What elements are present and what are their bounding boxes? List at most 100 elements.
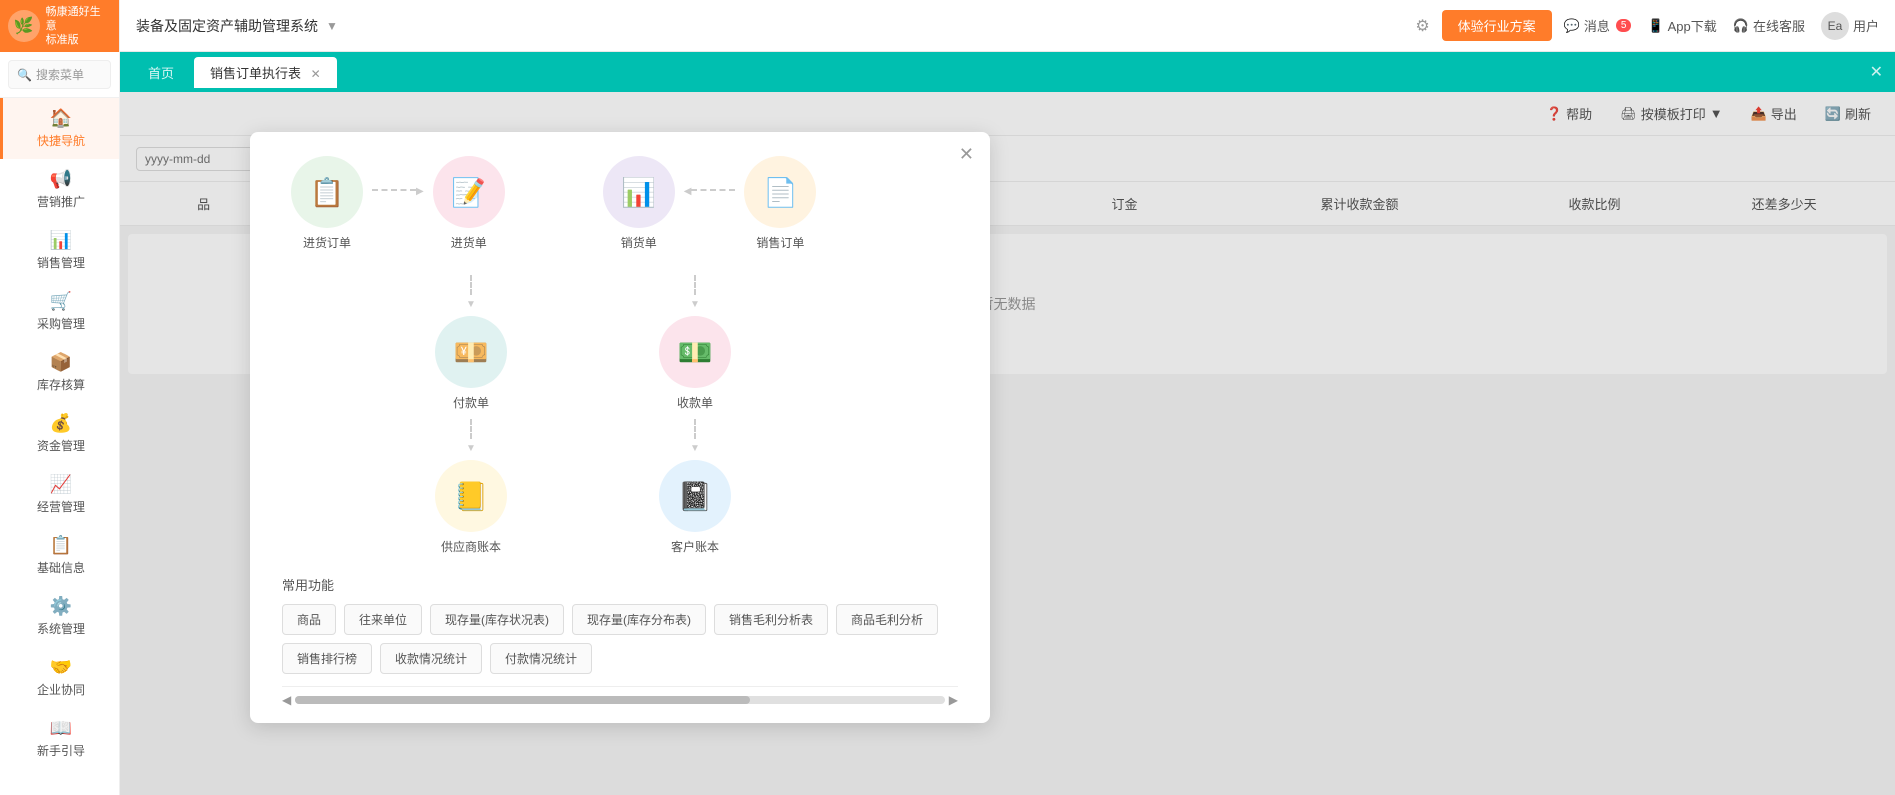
arrow-down-1 (466, 295, 476, 310)
sidebar-item-purchase[interactable]: 🛒 采购管理 (0, 281, 119, 342)
flow-node-payment-in[interactable]: 💵 收款单 (650, 275, 740, 411)
main-area: 装备及固定资产辅助管理系统 ▼ ⚙ 体验行业方案 💬 消息 5 📱 App下载 … (120, 0, 1895, 795)
sidebar-item-marketing[interactable]: 📢 营销推广 (0, 159, 119, 220)
tab-bar: 首页 销售订单执行表 ✕ ✕ (120, 52, 1895, 92)
func-payment-stats[interactable]: 付款情况统计 (490, 643, 592, 674)
func-receipt-stats[interactable]: 收款情况统计 (380, 643, 482, 674)
basic-icon: 📋 (50, 535, 72, 556)
scrollbar-thumb (295, 696, 750, 704)
sale-bill-icon[interactable]: 📊 (603, 156, 675, 228)
sidebar-item-guide[interactable]: 📖 新手引导 (0, 708, 119, 769)
sidebar-item-finance[interactable]: 💰 资金管理 (0, 403, 119, 464)
online-service-action[interactable]: 🎧 在线客服 (1733, 16, 1805, 35)
system-info: 装备及固定资产辅助管理系统 ▼ (136, 16, 1403, 36)
flow-diagram: 📋 进货订单 📝 进货单 (282, 156, 958, 251)
flow-node-customer-ledger[interactable]: 📓 客户账本 (650, 419, 740, 555)
supplier-ledger-icon[interactable]: 📒 (435, 460, 507, 532)
marketing-icon: 📢 (50, 169, 72, 190)
common-funcs-section: 常用功能 商品 往来单位 现存量(库存状况表) 现存量(库存分布表) 销售毛利分… (282, 575, 958, 674)
common-funcs-title: 常用功能 (282, 575, 958, 594)
arrow-po-to-pb (372, 182, 424, 197)
tab-close-icon[interactable]: ✕ (311, 67, 321, 81)
flow-node-supplier-ledger[interactable]: 📒 供应商账本 (426, 419, 516, 555)
purchase-icon: 🛒 (50, 291, 72, 312)
purchase-bill-icon[interactable]: 📝 (433, 156, 505, 228)
popup-scrollbar: ◀ ▶ (282, 686, 958, 707)
func-product-margin[interactable]: 商品毛利分析 (836, 604, 938, 635)
sidebar-nav: 🏠 快捷导航 📢 营销推广 📊 销售管理 🛒 采购管理 📦 库存核算 💰 资金管… (0, 98, 119, 795)
message-badge: 5 (1616, 19, 1632, 32)
sidebar-logo: 🌿 畅康通好生意 标准版 (0, 0, 119, 52)
operations-icon: 📈 (50, 474, 72, 495)
sidebar-item-basic[interactable]: 📋 基础信息 (0, 525, 119, 586)
arrow-left-icon (684, 182, 692, 197)
flow-node-sale-bill[interactable]: 📊 销货单 (594, 156, 684, 251)
sidebar-item-sales[interactable]: 📊 销售管理 (0, 220, 119, 281)
avatar: Ea (1821, 12, 1849, 40)
func-partner[interactable]: 往来单位 (344, 604, 422, 635)
arrow-down-3 (466, 439, 476, 454)
payment-out-icon[interactable]: 💴 (435, 316, 507, 388)
sidebar-item-operations[interactable]: 📈 经营管理 (0, 464, 119, 525)
popup-panel: ✕ 📋 进货订单 📝 (250, 132, 990, 723)
system-icon: ⚙️ (50, 596, 72, 617)
func-stock-status[interactable]: 现存量(库存状况表) (430, 604, 564, 635)
v-connector-1 (470, 275, 472, 295)
customer-ledger-icon[interactable]: 📓 (659, 460, 731, 532)
func-sales-margin[interactable]: 销售毛利分析表 (714, 604, 828, 635)
arrow-down-4 (690, 439, 700, 454)
sidebar-item-collab[interactable]: 🤝 企业协同 (0, 647, 119, 708)
message-icon: 💬 (1564, 18, 1580, 34)
v-connector-2 (694, 275, 696, 295)
scroll-left-arrow[interactable]: ◀ (282, 693, 291, 707)
tab-bar-close-icon[interactable]: ✕ (1870, 62, 1883, 82)
sidebar-search[interactable]: 🔍 搜索菜单 (0, 52, 119, 98)
user-action[interactable]: Ea 用户 (1821, 12, 1879, 40)
payment-in-icon[interactable]: 💵 (659, 316, 731, 388)
home-icon: 🏠 (50, 108, 72, 129)
sidebar-item-system[interactable]: ⚙️ 系统管理 (0, 586, 119, 647)
app-download-action[interactable]: 📱 App下载 (1647, 16, 1716, 35)
sidebar-item-home[interactable]: 🏠 快捷导航 (0, 98, 119, 159)
settings-icon[interactable]: ⚙ (1415, 16, 1429, 36)
guide-icon: 📖 (50, 718, 72, 739)
exp-btn[interactable]: 体验行业方案 (1442, 10, 1552, 41)
v-connector-3 (470, 419, 472, 439)
inventory-icon: 📦 (50, 352, 72, 373)
arrow-right-icon (416, 182, 424, 197)
logo-icon: 🌿 (8, 10, 40, 42)
finance-icon: 💰 (50, 413, 72, 434)
flow-diagram-row2: 💴 付款单 💵 收款单 (282, 275, 958, 411)
content-area: ❓ 帮助 🖨 按模板打印 ▼ 📤 导出 🔄 刷新 📅 (120, 92, 1895, 795)
arrow-so-to-sb (684, 182, 736, 197)
func-sales-rank[interactable]: 销售排行榜 (282, 643, 372, 674)
service-icon: 🎧 (1733, 18, 1749, 34)
tab-home[interactable]: 首页 (132, 57, 190, 88)
flow-node-payment-out[interactable]: 💴 付款单 (426, 275, 516, 411)
tab-sales-order[interactable]: 销售订单执行表 ✕ (194, 57, 337, 88)
flow-node-purchase-order[interactable]: 📋 进货订单 (282, 156, 372, 251)
sidebar-item-inventory[interactable]: 📦 库存核算 (0, 342, 119, 403)
message-action[interactable]: 💬 消息 5 (1564, 16, 1632, 35)
header-actions: 💬 消息 5 📱 App下载 🎧 在线客服 Ea 用户 (1564, 12, 1879, 40)
collab-icon: 🤝 (50, 657, 72, 678)
arrow-down-2 (690, 295, 700, 310)
func-buttons-row1: 商品 往来单位 现存量(库存状况表) 现存量(库存分布表) 销售毛利分析表 商品… (282, 604, 958, 635)
flow-node-purchase-bill[interactable]: 📝 进货单 (424, 156, 514, 251)
func-stock-dist[interactable]: 现存量(库存分布表) (572, 604, 706, 635)
purchase-order-icon[interactable]: 📋 (291, 156, 363, 228)
header: 装备及固定资产辅助管理系统 ▼ ⚙ 体验行业方案 💬 消息 5 📱 App下载 … (120, 0, 1895, 52)
sidebar: 🌿 畅康通好生意 标准版 🔍 搜索菜单 🏠 快捷导航 📢 营销推广 📊 销售管理… (0, 0, 120, 795)
flow-node-sale-order[interactable]: 📄 销售订单 (735, 156, 825, 251)
scrollbar-track[interactable] (295, 696, 945, 704)
popup-close-button[interactable]: ✕ (959, 144, 974, 165)
scroll-right-arrow[interactable]: ▶ (949, 693, 958, 707)
download-icon: 📱 (1647, 18, 1663, 34)
logo-text: 畅康通好生意 标准版 (46, 5, 111, 48)
sale-order-icon[interactable]: 📄 (744, 156, 816, 228)
system-dropdown-icon[interactable]: ▼ (326, 19, 338, 33)
search-menu-button[interactable]: 🔍 搜索菜单 (8, 60, 111, 89)
func-product[interactable]: 商品 (282, 604, 336, 635)
search-icon: 🔍 (17, 68, 32, 82)
flow-diagram-row3: 📒 供应商账本 📓 客户账本 (282, 419, 958, 555)
